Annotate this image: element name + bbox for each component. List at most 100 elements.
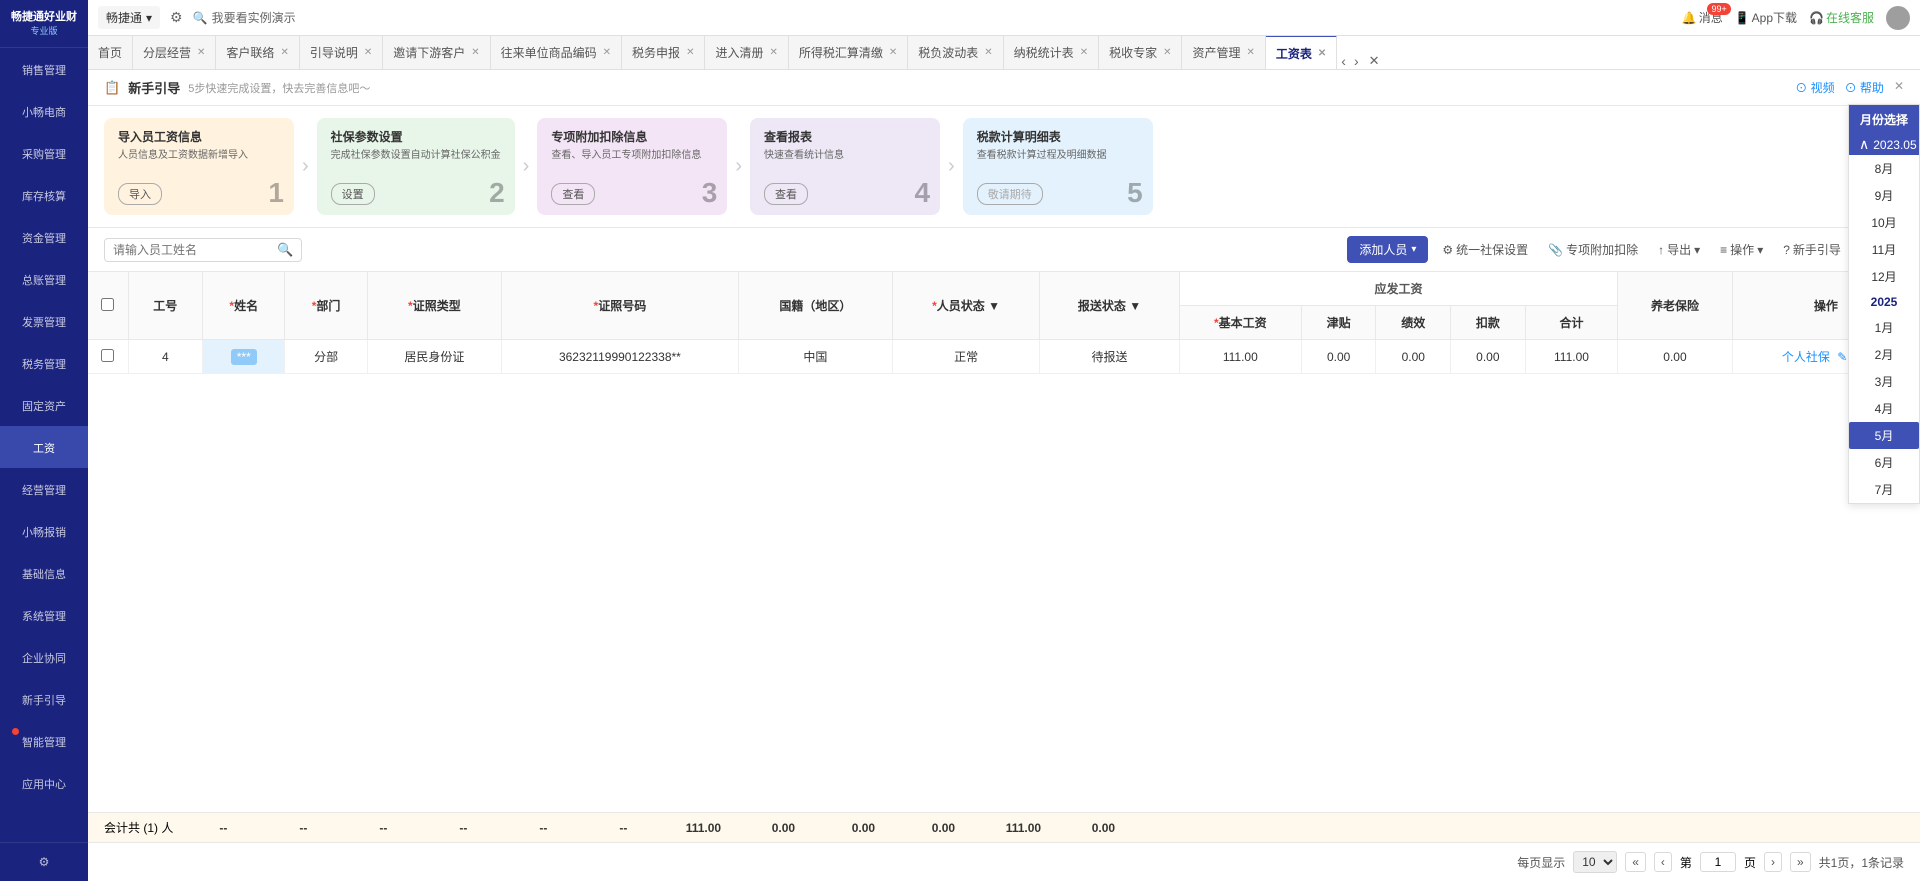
sidebar-item-fixed[interactable]: 固定资产	[0, 384, 88, 426]
tab-tax-report[interactable]: 税务申报 ✕	[622, 36, 705, 69]
tab-close-guide[interactable]: ✕	[364, 47, 372, 58]
operations-button[interactable]: ≡ 操作 ▾	[1714, 237, 1769, 262]
tab-close-asset[interactable]: ✕	[1247, 47, 1255, 58]
tab-close-clearbook[interactable]: ✕	[769, 47, 777, 58]
row-personal-social-link[interactable]: 个人社保	[1782, 350, 1830, 364]
sidebar-item-appstore[interactable]: 应用中心	[0, 762, 88, 804]
step-btn-2[interactable]: 设置	[331, 183, 375, 205]
tab-close-tax-stat[interactable]: ✕	[1080, 47, 1088, 58]
tab-asset[interactable]: 资产管理 ✕	[1182, 36, 1265, 69]
month-nav-down[interactable]: ∨	[1917, 136, 1920, 153]
tab-clearbook[interactable]: 进入清册 ✕	[705, 36, 788, 69]
sidebar-item-inventory[interactable]: 库存核算	[0, 174, 88, 216]
month-6[interactable]: 6月	[1849, 449, 1919, 476]
tab-tax-stat[interactable]: 纳税统计表 ✕	[1004, 36, 1099, 69]
prev-page-btn[interactable]: ‹	[1654, 852, 1672, 872]
month-2[interactable]: 2月	[1849, 341, 1919, 368]
tab-close-all-btn[interactable]: ✕	[1363, 53, 1386, 69]
year-2025[interactable]: 2025	[1849, 290, 1919, 314]
row-emp-id: 4	[128, 340, 203, 374]
tab-invite[interactable]: 邀请下游客户 ✕	[383, 36, 490, 69]
month-11[interactable]: 11月	[1849, 236, 1919, 263]
gear-button[interactable]: ⚙	[0, 842, 88, 881]
sidebar-item-report[interactable]: 小畅报销	[0, 510, 88, 552]
month-nav-up[interactable]: ∧	[1855, 136, 1873, 153]
tab-close-invite[interactable]: ✕	[471, 47, 479, 58]
tab-tax-exempt[interactable]: 税负波动表 ✕	[908, 36, 1003, 69]
ops-chevron: ▾	[1757, 243, 1763, 257]
month-1[interactable]: 1月	[1849, 314, 1919, 341]
social-settings-button[interactable]: ⚙ 统一社保设置	[1436, 237, 1534, 262]
tab-close-tax-report[interactable]: ✕	[686, 47, 694, 58]
month-5[interactable]: 5月	[1849, 422, 1919, 449]
first-page-btn[interactable]: «	[1625, 852, 1646, 872]
row-edit-icon[interactable]: ✎	[1837, 350, 1847, 364]
next-page-btn[interactable]: ›	[1764, 852, 1782, 872]
tab-prev-btn[interactable]: ‹	[1337, 53, 1350, 69]
sidebar-item-basic[interactable]: 基础信息	[0, 552, 88, 594]
month-12[interactable]: 12月	[1849, 263, 1919, 290]
tab-next-btn[interactable]: ›	[1350, 53, 1363, 69]
month-8[interactable]: 8月	[1849, 155, 1919, 182]
step-btn-4[interactable]: 查看	[764, 183, 808, 205]
tab-tax-calc[interactable]: 所得税汇算清缴 ✕	[789, 36, 908, 69]
sidebar-item-guide[interactable]: 新手引导	[0, 678, 88, 720]
tab-close-tax-expert[interactable]: ✕	[1163, 47, 1171, 58]
month-3[interactable]: 3月	[1849, 368, 1919, 395]
tab-close-tax-calc[interactable]: ✕	[889, 47, 897, 58]
month-10[interactable]: 10月	[1849, 209, 1919, 236]
settings-icon[interactable]: ⚙	[166, 9, 187, 26]
tab-close-share[interactable]: ✕	[197, 47, 205, 58]
tab-close-tax-exempt[interactable]: ✕	[984, 47, 992, 58]
select-all-checkbox[interactable]	[101, 298, 114, 311]
sidebar-item-salary[interactable]: 工资	[0, 426, 88, 468]
user-avatar[interactable]	[1886, 6, 1910, 30]
company-selector[interactable]: 畅捷通 ▾	[98, 6, 160, 29]
search-icon[interactable]: 🔍	[277, 242, 293, 258]
sidebar-item-invoice[interactable]: 发票管理	[0, 300, 88, 342]
app-download-button[interactable]: 📱 App下载	[1735, 9, 1797, 26]
new-guide-button[interactable]: ? 新手引导	[1777, 237, 1847, 262]
sidebar-item-capital[interactable]: 资金管理	[0, 216, 88, 258]
page-size-select[interactable]: 10 20 50	[1573, 851, 1617, 873]
sidebar-item-system[interactable]: 系统管理	[0, 594, 88, 636]
month-9[interactable]: 9月	[1849, 182, 1919, 209]
sidebar-item-operation[interactable]: 经营管理	[0, 468, 88, 510]
tab-home[interactable]: 首页	[88, 36, 133, 69]
last-page-btn[interactable]: »	[1790, 852, 1811, 872]
step-btn-5[interactable]: 敬请期待	[977, 183, 1043, 205]
guide-video-link[interactable]: ⊙ 视频	[1795, 79, 1834, 96]
tab-product-code-label: 往来单位商品编码	[501, 44, 597, 61]
guide-help-link[interactable]: ⊙ 帮助	[1845, 79, 1884, 96]
month-4[interactable]: 4月	[1849, 395, 1919, 422]
step-btn-3[interactable]: 查看	[551, 183, 595, 205]
sidebar-item-ecommerce[interactable]: 小畅电商	[0, 90, 88, 132]
tab-close-salary[interactable]: ✕	[1318, 48, 1326, 59]
current-page-input[interactable]	[1700, 852, 1736, 872]
month-7[interactable]: 7月	[1849, 476, 1919, 503]
demo-link[interactable]: 🔍 我要看实例演示	[193, 9, 296, 26]
add-person-button[interactable]: 添加人员 ▾	[1347, 236, 1428, 263]
sidebar-item-tax[interactable]: 税务管理	[0, 342, 88, 384]
row-checkbox[interactable]	[101, 349, 114, 362]
tab-salary[interactable]: 工资表 ✕	[1266, 36, 1337, 69]
step-btn-1[interactable]: 导入	[118, 183, 162, 205]
sidebar-item-sales[interactable]: 销售管理	[0, 48, 88, 90]
sidebar-item-purchase[interactable]: 采购管理	[0, 132, 88, 174]
tab-product-code[interactable]: 往来单位商品编码 ✕	[491, 36, 622, 69]
sidebar-item-ledger[interactable]: 总账管理	[0, 258, 88, 300]
tab-guide-tab[interactable]: 引导说明 ✕	[300, 36, 383, 69]
search-input[interactable]	[113, 243, 273, 257]
special-deduction-button[interactable]: 📎 专项附加扣除	[1542, 237, 1644, 262]
message-button[interactable]: 🔔 消息 99+	[1682, 9, 1723, 26]
tab-share[interactable]: 分层经营 ✕	[133, 36, 216, 69]
tab-close-product-code[interactable]: ✕	[603, 47, 611, 58]
guide-close-icon[interactable]: ✕	[1894, 79, 1904, 96]
online-service-button[interactable]: 🎧 在线客服	[1809, 9, 1874, 26]
tab-customer[interactable]: 客户联络 ✕	[216, 36, 299, 69]
export-button[interactable]: ↑ 导出 ▾	[1652, 237, 1706, 262]
tab-tax-expert[interactable]: 税收专家 ✕	[1099, 36, 1182, 69]
sidebar-item-coop[interactable]: 企业协同	[0, 636, 88, 678]
tab-close-customer[interactable]: ✕	[280, 47, 288, 58]
sidebar-item-smart[interactable]: 智能管理	[0, 720, 88, 762]
